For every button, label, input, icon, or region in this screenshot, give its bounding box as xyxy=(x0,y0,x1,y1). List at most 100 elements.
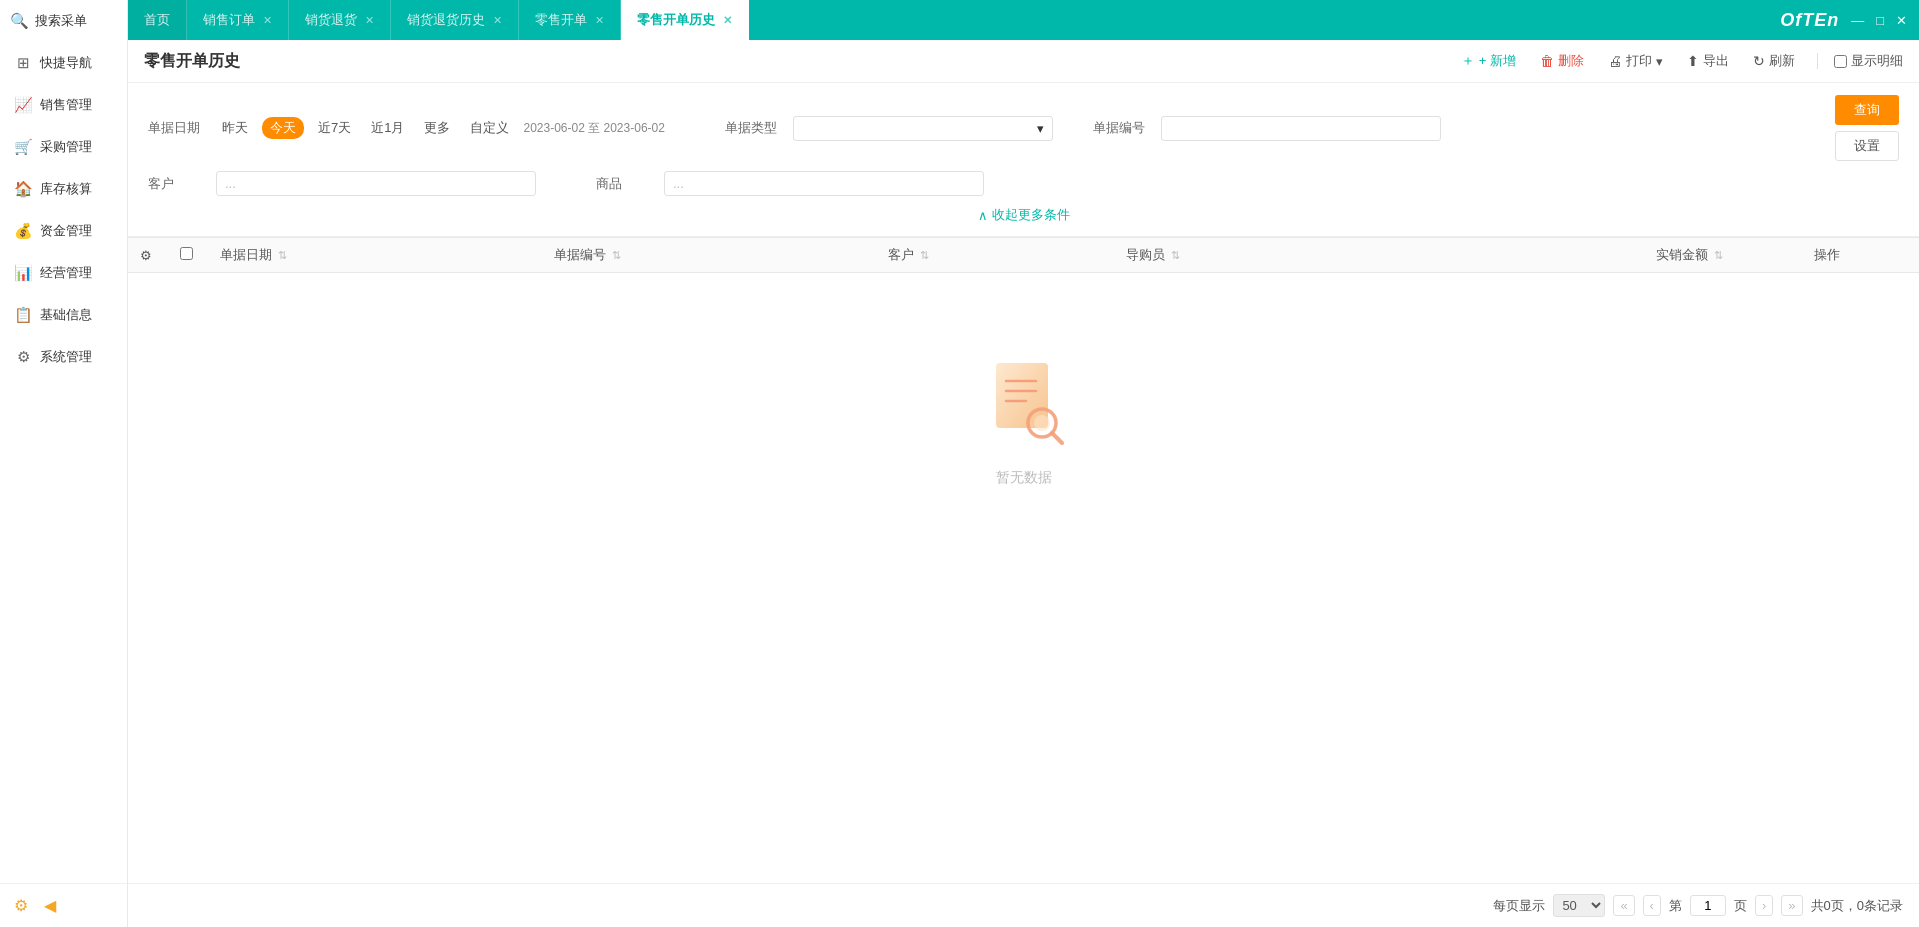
display-detail-input[interactable] xyxy=(1834,55,1847,68)
table-col-salesperson[interactable]: 导购员 ⇅ xyxy=(1114,238,1400,273)
sidebar-item-label: 快捷导航 xyxy=(40,54,92,72)
doc-type-select[interactable]: ▾ xyxy=(793,116,1053,141)
sidebar-item-purchase-mgmt[interactable]: 🛒 采购管理 xyxy=(0,126,127,168)
tab-retail-history-close[interactable]: ✕ xyxy=(723,14,732,27)
sidebar-item-label: 资金管理 xyxy=(40,222,92,240)
doc-type-filter-group: 单据类型 ▾ xyxy=(725,116,1053,141)
close-btn[interactable]: ✕ xyxy=(1896,13,1907,28)
number-sort-icon: ⇅ xyxy=(612,249,621,261)
tab-retail-history[interactable]: 零售开单历史 ✕ xyxy=(621,0,749,40)
sidebar-item-label: 库存核算 xyxy=(40,180,92,198)
add-label: + 新增 xyxy=(1479,52,1516,70)
goods-select[interactable]: ... xyxy=(664,171,984,196)
toolbar-actions: ＋ + 新增 🗑 删除 🖨 打印 ▾ ⬆ 导出 ↻ xyxy=(1455,48,1903,74)
sidebar-item-label: 采购管理 xyxy=(40,138,92,156)
table-col-action-label: 操作 xyxy=(1814,247,1840,262)
sidebar-nav: ⊞ 快捷导航 📈 销售管理 🛒 采购管理 🏠 库存核算 💰 资金管理 📊 经营管… xyxy=(0,42,127,883)
empty-text: 暂无数据 xyxy=(996,469,1052,487)
refresh-button[interactable]: ↻ 刷新 xyxy=(1747,48,1801,74)
sidebar-item-operations[interactable]: 📊 经营管理 xyxy=(0,252,127,294)
table-select-all[interactable] xyxy=(180,247,193,260)
per-page-select[interactable]: 50 10 20 100 xyxy=(1553,894,1605,917)
date-option-custom[interactable]: 自定义 xyxy=(464,117,515,139)
customer-sort-icon: ⇅ xyxy=(920,249,929,261)
table-col-checkbox[interactable] xyxy=(168,238,208,273)
print-button[interactable]: 🖨 打印 ▾ xyxy=(1602,48,1669,74)
table-col-customer-label: 客户 xyxy=(888,247,914,262)
sidebar-item-inventory[interactable]: 🏠 库存核算 xyxy=(0,168,127,210)
table-col-number[interactable]: 单据编号 ⇅ xyxy=(542,238,876,273)
doc-number-input[interactable] xyxy=(1161,116,1441,141)
page-first-btn[interactable]: « xyxy=(1613,895,1634,916)
date-option-more[interactable]: 更多 xyxy=(418,117,456,139)
table-col-customer[interactable]: 客户 ⇅ xyxy=(876,238,1114,273)
delete-button[interactable]: 🗑 删除 xyxy=(1534,48,1590,74)
goods-filter-group: 商品 ... xyxy=(596,171,984,196)
page-prev-btn[interactable]: ‹ xyxy=(1643,895,1661,916)
tab-sales-return[interactable]: 销货退货 ✕ xyxy=(289,0,391,40)
toolbar-divider xyxy=(1817,53,1818,69)
filter-row-2: 客户 ... 商品 ... xyxy=(148,171,1899,196)
sys-mgmt-icon: ⚙ xyxy=(14,348,32,366)
export-label: 导出 xyxy=(1703,52,1729,70)
tab-sales-return-close[interactable]: ✕ xyxy=(365,14,374,27)
tab-home[interactable]: 首页 xyxy=(128,0,187,40)
tab-sales-order-close[interactable]: ✕ xyxy=(263,14,272,27)
date-option-today[interactable]: 今天 xyxy=(262,117,304,139)
sidebar-search-label: 搜索采单 xyxy=(35,12,87,30)
doc-number-filter-group: 单据编号 xyxy=(1093,116,1441,141)
date-option-yesterday[interactable]: 昨天 xyxy=(216,117,254,139)
export-button[interactable]: ⬆ 导出 xyxy=(1681,48,1735,74)
sidebar-item-finance[interactable]: 💰 资金管理 xyxy=(0,210,127,252)
customer-placeholder: ... xyxy=(225,176,236,191)
sidebar-item-sales-mgmt[interactable]: 📈 销售管理 xyxy=(0,84,127,126)
setting-button[interactable]: 设置 xyxy=(1835,131,1899,161)
goods-placeholder: ... xyxy=(673,176,684,191)
tab-retail-open-close[interactable]: ✕ xyxy=(595,14,604,27)
page-last-btn[interactable]: » xyxy=(1781,895,1802,916)
sidebar-item-basic-info[interactable]: 📋 基础信息 xyxy=(0,294,127,336)
customer-label: 客户 xyxy=(148,175,208,193)
tab-sales-return-history-close[interactable]: ✕ xyxy=(493,14,502,27)
minimize-btn[interactable]: — xyxy=(1851,13,1864,28)
date-option-1month[interactable]: 近1月 xyxy=(365,117,410,139)
table-col-date[interactable]: 单据日期 ⇅ xyxy=(208,238,542,273)
display-detail-checkbox[interactable]: 显示明细 xyxy=(1834,52,1903,70)
sidebar-item-sys-mgmt[interactable]: ⚙ 系统管理 xyxy=(0,336,127,378)
print-arrow-icon: ▾ xyxy=(1656,54,1663,69)
tab-home-label: 首页 xyxy=(144,11,170,29)
maximize-btn[interactable]: □ xyxy=(1876,13,1884,28)
sidebar-item-quick-nav[interactable]: ⊞ 快捷导航 xyxy=(0,42,127,84)
print-label: 打印 xyxy=(1626,52,1652,70)
collapse-button[interactable]: ∧ 收起更多条件 xyxy=(978,206,1070,224)
footer-settings-icon[interactable]: ⚙ xyxy=(14,896,28,915)
content-area: 零售开单历史 ＋ + 新增 🗑 删除 🖨 打印 ▾ ⬆ 导出 xyxy=(128,40,1919,927)
tab-sales-return-history-label: 销货退货历史 xyxy=(407,11,485,29)
customer-select[interactable]: ... xyxy=(216,171,536,196)
query-button[interactable]: 查询 xyxy=(1835,95,1899,125)
operations-icon: 📊 xyxy=(14,264,32,282)
tab-right-actions: OfTEn — □ ✕ xyxy=(1780,0,1919,40)
filter-collapse-row: ∧ 收起更多条件 xyxy=(148,206,1899,224)
table-col-amount-label: 实销金额 xyxy=(1656,247,1708,262)
finance-icon: 💰 xyxy=(14,222,32,240)
table-col-amount[interactable]: 实销金额 ⇅ xyxy=(1401,238,1735,273)
delete-icon: 🗑 xyxy=(1540,53,1554,69)
sidebar-search[interactable]: 🔍 搜索采单 xyxy=(0,0,127,42)
tab-sales-return-history[interactable]: 销货退货历史 ✕ xyxy=(391,0,519,40)
add-button[interactable]: ＋ + 新增 xyxy=(1455,48,1522,74)
page-next-btn[interactable]: › xyxy=(1755,895,1773,916)
footer-collapse-icon[interactable]: ◀ xyxy=(44,896,56,915)
page-input[interactable] xyxy=(1690,895,1726,916)
table-col-settings[interactable]: ⚙ xyxy=(128,238,168,273)
date-option-7days[interactable]: 近7天 xyxy=(312,117,357,139)
add-icon: ＋ xyxy=(1461,52,1475,70)
filter-area: 单据日期 昨天 今天 近7天 近1月 更多 自定义 2023-06-02 至 2… xyxy=(128,83,1919,237)
page-prefix: 第 xyxy=(1669,897,1682,915)
purchase-mgmt-icon: 🛒 xyxy=(14,138,32,156)
table-col-action: 操作 xyxy=(1735,238,1919,273)
tab-sales-order[interactable]: 销售订单 ✕ xyxy=(187,0,289,40)
tab-sales-order-label: 销售订单 xyxy=(203,11,255,29)
svg-line-5 xyxy=(1052,433,1062,443)
tab-retail-open[interactable]: 零售开单 ✕ xyxy=(519,0,621,40)
